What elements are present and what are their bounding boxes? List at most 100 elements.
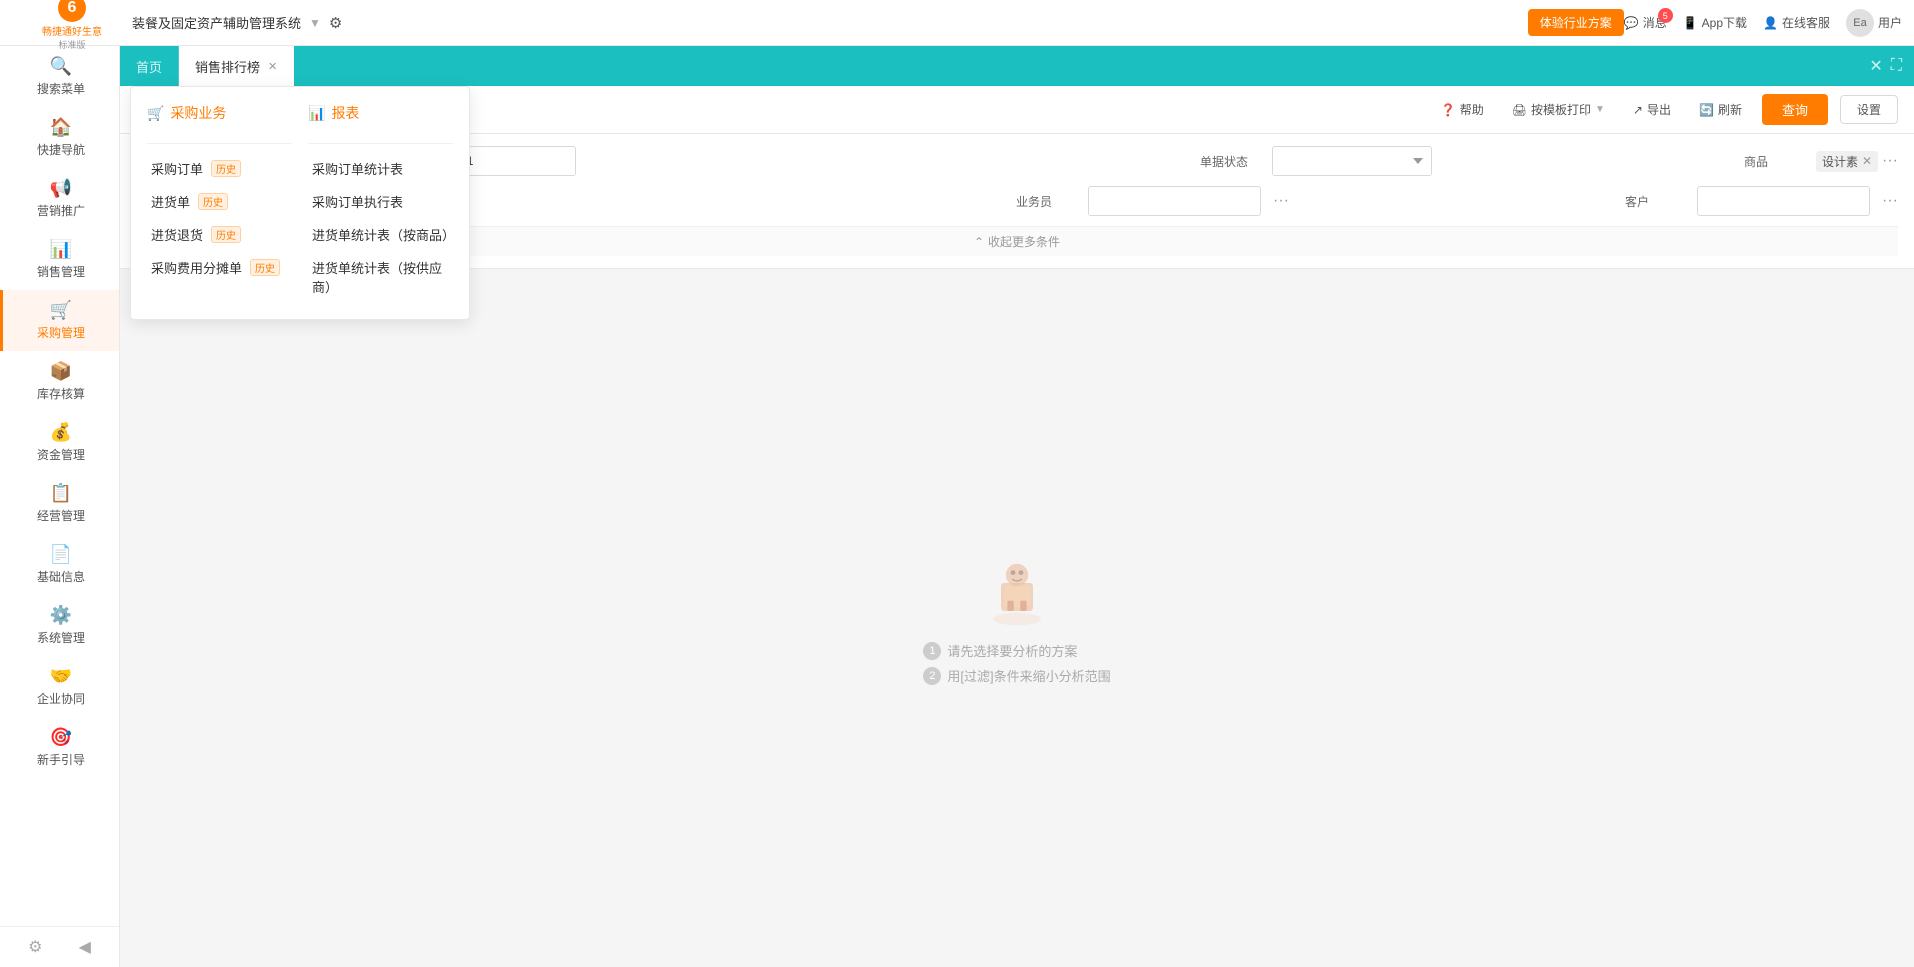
inventory-icon: 📦 xyxy=(50,361,72,382)
header-right: 💬 消息 5 📱 App下载 👤 在线客服 Ea 用户 xyxy=(1624,9,1902,37)
menu-label-receipt-by-supplier: 进货单统计表（按供应商） xyxy=(312,258,449,296)
customer-more-btn[interactable]: ··· xyxy=(1882,192,1898,210)
collapse-arrow-icon: ⌃ xyxy=(974,235,984,249)
menu-item-purchase-expense[interactable]: 采购费用分摊单 历史 xyxy=(147,251,292,284)
marketing-icon: 📢 xyxy=(50,178,72,199)
goods-tag-close[interactable]: ✕ xyxy=(1862,154,1872,168)
tab-maximize-btn[interactable]: ⛶ xyxy=(1891,57,1902,75)
help-btn[interactable]: ❓ 帮助 xyxy=(1433,97,1492,122)
top-header: 6 畅捷通好生意 标准版 装餐及固定资产辅助管理系统 ▼ ⚙ 体验行业方案 💬 … xyxy=(0,0,1914,46)
sidebar-label-search: 搜索菜单 xyxy=(37,80,85,97)
salesperson-input[interactable] xyxy=(1088,186,1261,216)
logo-area: 6 畅捷通好生意 标准版 xyxy=(12,0,132,51)
search-icon: 🔍 xyxy=(50,56,72,77)
operations-icon: 📋 xyxy=(50,483,72,504)
dropdown-report-col: 📊 报表 采购订单统计表 采购订单执行表 进货单统计表（按商品） 进货单统计表（… xyxy=(308,103,453,303)
menu-label-goods-return: 进货退货 xyxy=(151,225,203,244)
message-badge: 5 xyxy=(1658,8,1673,23)
goods-more-btn[interactable]: ··· xyxy=(1882,152,1898,170)
refresh-btn[interactable]: 🔄 刷新 xyxy=(1691,97,1750,122)
menu-item-receipt-by-supplier[interactable]: 进货单统计表（按供应商） xyxy=(308,251,453,303)
tab-home[interactable]: 首页 xyxy=(120,46,179,86)
sidebar-item-marketing[interactable]: 📢 营销推广 xyxy=(0,168,119,229)
sidebar-item-purchase[interactable]: 🛒 采购管理 xyxy=(0,290,119,351)
history-badge-1: 历史 xyxy=(211,160,241,177)
menu-item-goods-return[interactable]: 进货退货 历史 xyxy=(147,218,292,251)
dropdown-arrow-icon[interactable]: ▼ xyxy=(309,16,321,30)
salesperson-more-btn[interactable]: ··· xyxy=(1273,192,1289,210)
tab-bar-actions: ✕ ⛶ xyxy=(1869,56,1914,76)
online-service-btn[interactable]: 👤 在线客服 xyxy=(1763,14,1830,31)
print-btn[interactable]: 🖨 按模板打印 ▼ xyxy=(1504,97,1613,122)
help-icon: ❓ xyxy=(1441,103,1456,117)
sidebar-item-operations[interactable]: 📋 经营管理 xyxy=(0,473,119,534)
sidebar-label-inventory: 库存核算 xyxy=(37,385,85,402)
doc-status-select-wrapper xyxy=(1272,146,1432,176)
app-download-btn[interactable]: 📱 App下载 xyxy=(1683,14,1747,31)
system-title-area: 装餐及固定资产辅助管理系统 ▼ ⚙ xyxy=(132,13,1528,32)
goods-tag-label: 设计素 xyxy=(1822,153,1858,170)
sidebar-item-system[interactable]: ⚙️ 系统管理 xyxy=(0,595,119,656)
print-dropdown-icon[interactable]: ▼ xyxy=(1595,104,1605,115)
settings-icon[interactable]: ⚙ xyxy=(329,14,342,32)
logo-icon: 6 xyxy=(58,0,86,22)
industry-btn[interactable]: 体验行业方案 xyxy=(1528,9,1624,36)
sidebar-label-system: 系统管理 xyxy=(37,629,85,646)
sidebar-item-inventory[interactable]: 📦 库存核算 xyxy=(0,351,119,412)
sidebar-item-finance[interactable]: 💰 资金管理 xyxy=(0,412,119,473)
menu-label-purchase-expense: 采购费用分摊单 xyxy=(151,258,242,277)
message-icon: 💬 xyxy=(1624,16,1639,30)
message-btn[interactable]: 💬 消息 5 xyxy=(1624,14,1667,31)
basic-info-icon: 📄 xyxy=(50,544,72,565)
help-label: 帮助 xyxy=(1460,101,1484,118)
menu-item-receipt-by-goods[interactable]: 进货单统计表（按商品） xyxy=(308,218,453,251)
customer-input[interactable] xyxy=(1697,186,1870,216)
customer-label: 客户 xyxy=(1625,193,1685,210)
sidebar-item-quick-nav[interactable]: 🏠 快捷导航 xyxy=(0,107,119,168)
sidebar-label-marketing: 营销推广 xyxy=(37,202,85,219)
hint-text-2: 用[过滤]条件来缩小分析范围 xyxy=(947,666,1110,685)
settings-button[interactable]: 设置 xyxy=(1840,95,1898,124)
dropdown-purchase-col: 🛒 采购业务 采购订单 历史 进货单 历史 进货退货 历史 采购费用分摊单 历史 xyxy=(147,103,292,303)
sidebar-label-quick-nav: 快捷导航 xyxy=(37,141,85,158)
sidebar-settings-btn[interactable]: ⚙ xyxy=(28,937,42,957)
sidebar-item-sales[interactable]: 📊 销售管理 xyxy=(0,229,119,290)
export-btn[interactable]: ↗ 导出 xyxy=(1625,97,1679,122)
tab-close-btn[interactable]: ✕ xyxy=(268,60,277,73)
hint-text-1: 请先选择要分析的方案 xyxy=(947,641,1077,660)
sidebar-collapse-btn[interactable]: ◀ xyxy=(79,937,91,957)
history-badge-4: 历史 xyxy=(250,259,280,276)
sidebar-item-cooperation[interactable]: 🤝 企业协同 xyxy=(0,656,119,717)
report-col-title-text: 报表 xyxy=(331,103,359,123)
sidebar-item-basic-info[interactable]: 📄 基础信息 xyxy=(0,534,119,595)
menu-item-po-stats[interactable]: 采购订单统计表 xyxy=(308,152,453,185)
tab-bar: 首页 销售排行榜 ✕ ✕ ⛶ xyxy=(120,46,1914,86)
purchase-menu-icon: 🛒 xyxy=(147,105,164,122)
sidebar-label-cooperation: 企业协同 xyxy=(37,690,85,707)
menu-item-goods-receipt[interactable]: 进货单 历史 xyxy=(147,185,292,218)
sidebar-item-guide[interactable]: 🎯 新手引导 xyxy=(0,717,119,778)
dropdown-purchase-title: 🛒 采购业务 xyxy=(147,103,292,131)
empty-illustration xyxy=(977,551,1057,631)
menu-item-purchase-order[interactable]: 采购订单 历史 xyxy=(147,152,292,185)
tab-sales-ranking[interactable]: 销售排行榜 ✕ xyxy=(179,46,294,86)
service-icon: 👤 xyxy=(1763,16,1778,30)
sidebar-item-search[interactable]: 🔍 搜索菜单 xyxy=(0,46,119,107)
doc-status-select[interactable] xyxy=(1272,146,1432,176)
query-button[interactable]: 查询 xyxy=(1762,94,1828,125)
purchase-icon: 🛒 xyxy=(50,300,72,321)
finance-icon: 💰 xyxy=(50,422,72,443)
menu-item-po-exec[interactable]: 采购订单执行表 xyxy=(308,185,453,218)
user-area[interactable]: Ea 用户 xyxy=(1846,9,1902,37)
tab-home-label: 首页 xyxy=(136,57,162,76)
menu-label-po-stats: 采购订单统计表 xyxy=(312,159,403,178)
sidebar-label-basic-info: 基础信息 xyxy=(37,568,85,585)
report-divider xyxy=(308,143,453,144)
online-service-label: 在线客服 xyxy=(1782,14,1830,31)
sidebar-label-sales: 销售管理 xyxy=(37,263,85,280)
tab-close-window-btn[interactable]: ✕ xyxy=(1869,56,1882,76)
system-title-text: 装餐及固定资产辅助管理系统 xyxy=(132,13,301,32)
sidebar-bottom: ⚙ ◀ xyxy=(0,926,119,967)
empty-hints: 1 请先选择要分析的方案 2 用[过滤]条件来缩小分析范围 xyxy=(923,641,1110,685)
brand-name: 畅捷通好生意 xyxy=(42,23,102,38)
